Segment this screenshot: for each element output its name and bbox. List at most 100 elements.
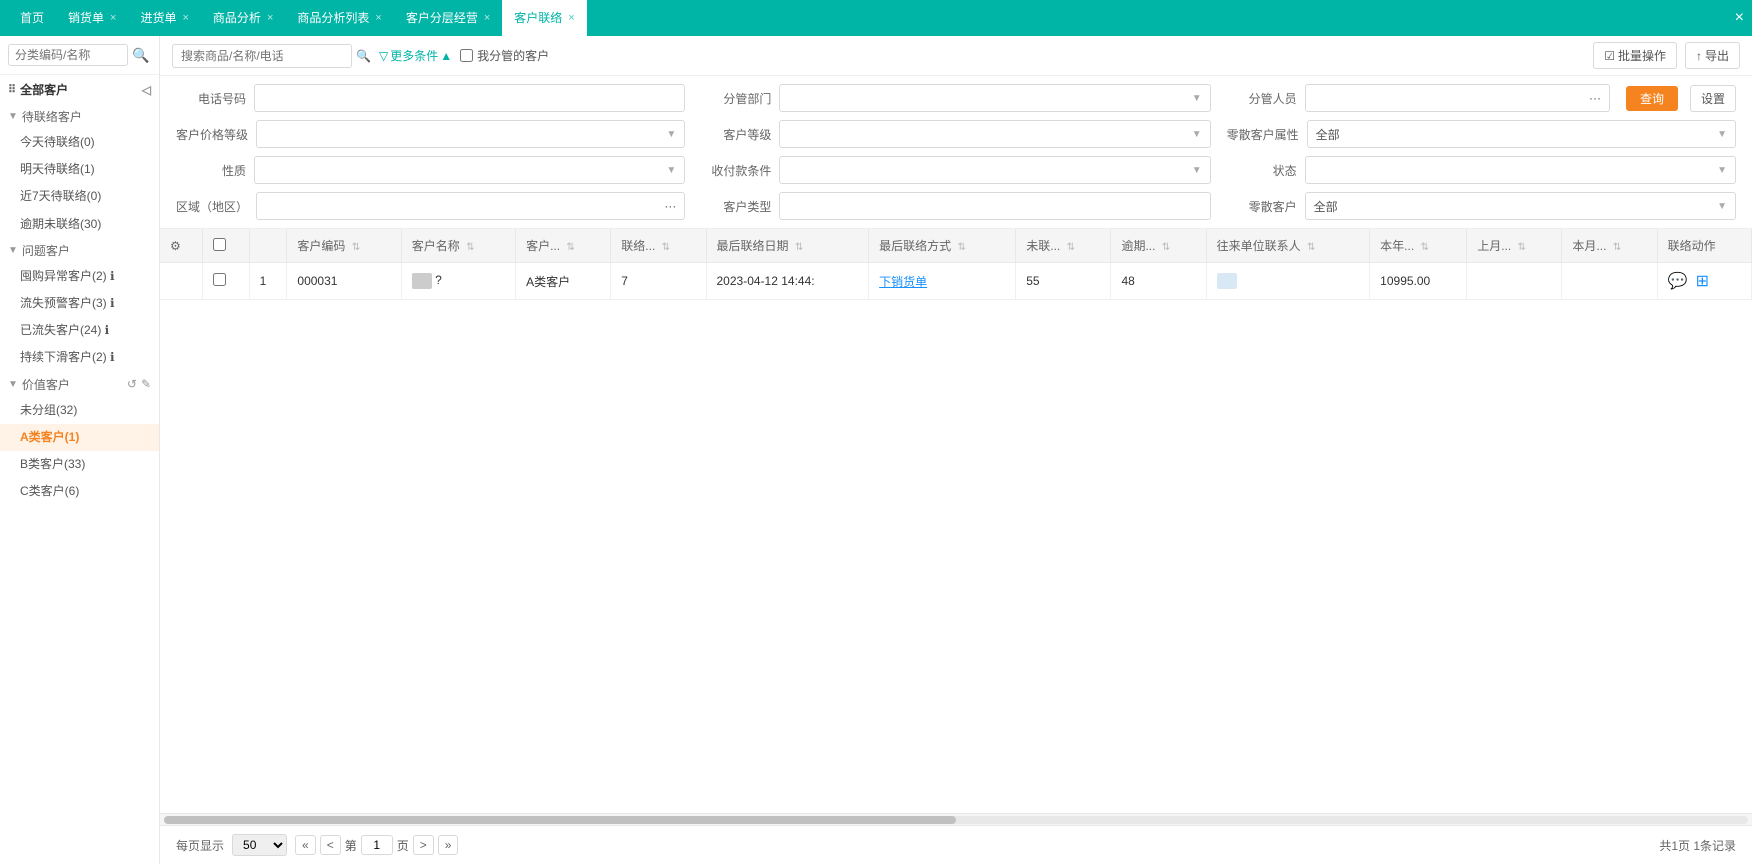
filter-search-input[interactable] <box>172 44 352 68</box>
nav-goods-analysis-close[interactable]: × <box>267 0 273 36</box>
sidebar-item-churn-warning[interactable]: 流失预警客户(3) ℹ <box>0 290 159 317</box>
refresh-icon[interactable]: ↺ <box>127 377 137 391</box>
cell-level: A类客户 <box>516 263 611 300</box>
nav-item-home[interactable]: 首页 <box>8 0 56 36</box>
next-page-button[interactable]: > <box>413 835 434 855</box>
payment-select[interactable]: ▼ <box>779 156 1210 184</box>
customer-type-label: 客户类型 <box>701 198 771 215</box>
sort-icon-this-year: ⇅ <box>1421 242 1429 253</box>
nav-customer-contact-label: 客户联络 <box>514 0 562 36</box>
col-gear[interactable]: ⚙ <box>160 229 203 263</box>
sidebar-group-value-customers[interactable]: ▼ 价值客户 ↺ ✎ <box>0 372 159 397</box>
cell-code[interactable]: 000031 <box>287 263 401 300</box>
sidebar-item-tomorrow-pending[interactable]: 明天待联络(1) <box>0 156 159 183</box>
sidebar-group-pending-contact[interactable]: ▼ 待联络客户 <box>0 104 159 129</box>
customer-level-select[interactable]: ▼ <box>779 120 1210 148</box>
col-this-year[interactable]: 本年... ⇅ <box>1370 229 1467 263</box>
sidebar-item-hoarding[interactable]: 囤购异常客户(2) ℹ <box>0 263 159 290</box>
first-page-button[interactable]: « <box>295 835 316 855</box>
nav-customer-tier-close[interactable]: × <box>484 0 490 36</box>
prev-page-button[interactable]: < <box>320 835 341 855</box>
settings-button[interactable]: 设置 <box>1690 85 1736 112</box>
col-name[interactable]: 客户名称 ⇅ <box>401 229 515 263</box>
sidebar-item-overdue-contact[interactable]: 逾期未联络(30) <box>0 211 159 238</box>
retail-customer-select[interactable]: 全部 ▼ <box>1305 192 1736 220</box>
nav-sales-close[interactable]: × <box>110 0 116 36</box>
scrollbar-thumb[interactable] <box>164 816 956 824</box>
nav-item-customer-tier[interactable]: 客户分层经营 × <box>394 0 502 36</box>
nav-item-goods-analysis-list[interactable]: 商品分析列表 × <box>285 0 393 36</box>
nav-purchase-close[interactable]: × <box>182 0 188 36</box>
col-this-month[interactable]: 本月... ⇅ <box>1562 229 1657 263</box>
region-input[interactable]: ··· <box>256 192 685 220</box>
phone-input[interactable] <box>254 84 685 112</box>
nav-goods-analysis-list-label: 商品分析列表 <box>297 0 369 36</box>
adv-filter-row-nature: 性质 ▼ <box>176 156 685 184</box>
filter-actions: ☑ 批量操作 ↑ 导出 <box>1593 42 1740 69</box>
sidebar-item-class-a[interactable]: A类客户(1) <box>0 424 159 451</box>
horizontal-scrollbar[interactable] <box>160 813 1752 825</box>
cell-name: ? <box>401 263 515 300</box>
close-all-tabs[interactable]: × <box>1735 9 1744 27</box>
payment-label: 收付款条件 <box>701 162 771 179</box>
col-last-contact-method[interactable]: 最后联络方式 ⇅ <box>869 229 1016 263</box>
retail-attr-select[interactable]: 全部 ▼ <box>1307 120 1736 148</box>
sidebar-item-today-pending[interactable]: 今天待联络(0) <box>0 129 159 156</box>
nav-home-label: 首页 <box>20 0 44 36</box>
page-size-select[interactable]: 50 100 200 <box>232 834 287 856</box>
sidebar-item-class-b[interactable]: B类客户(33) <box>0 451 159 478</box>
sidebar-item-ungrouped[interactable]: 未分组(32) <box>0 397 159 424</box>
status-select[interactable]: ▼ <box>1305 156 1736 184</box>
nav-goods-analysis-list-close[interactable]: × <box>375 0 381 36</box>
customer-type-input[interactable] <box>779 192 1210 220</box>
grid-icon[interactable]: ⊞ <box>1696 271 1709 291</box>
nav-customer-contact-close[interactable]: × <box>568 0 574 36</box>
nav-item-goods-analysis[interactable]: 商品分析 × <box>201 0 285 36</box>
col-last-contact-date[interactable]: 最后联络日期 ⇅ <box>706 229 869 263</box>
col-level[interactable]: 客户... ⇅ <box>516 229 611 263</box>
batch-operations-button[interactable]: ☑ 批量操作 <box>1593 42 1677 69</box>
query-button[interactable]: 查询 <box>1626 86 1678 111</box>
my-customers-checkbox-label[interactable]: 我分管的客户 <box>460 47 549 64</box>
cell-gear <box>160 263 203 300</box>
col-code[interactable]: 客户编码 ⇅ <box>287 229 401 263</box>
page-number-input[interactable] <box>361 835 393 855</box>
sidebar-item-7day-pending[interactable]: 近7天待联络(0) <box>0 183 159 210</box>
gear-icon: ⚙ <box>170 239 181 253</box>
cell-checkbox[interactable] <box>203 263 249 300</box>
col-last-month[interactable]: 上月... ⇅ <box>1467 229 1562 263</box>
select-all-checkbox[interactable] <box>213 238 226 251</box>
sidebar-group-problem-customers[interactable]: ▼ 问题客户 <box>0 238 159 263</box>
filter-search-icon[interactable]: 🔍 <box>356 49 371 63</box>
price-level-select[interactable]: ▼ <box>256 120 685 148</box>
col-contact-person[interactable]: 往来单位联系人 ⇅ <box>1206 229 1370 263</box>
sidebar-search-icon[interactable]: 🔍 <box>132 47 149 64</box>
row-checkbox[interactable] <box>213 273 226 286</box>
person-input[interactable]: ··· <box>1305 84 1610 112</box>
nature-select[interactable]: ▼ <box>254 156 685 184</box>
nav-item-sales[interactable]: 销货单 × <box>56 0 128 36</box>
col-no-contact[interactable]: 未联... ⇅ <box>1016 229 1111 263</box>
my-customers-checkbox[interactable] <box>460 49 473 62</box>
last-page-button[interactable]: » <box>438 835 459 855</box>
col-checkbox[interactable] <box>203 229 249 263</box>
nav-goods-analysis-label: 商品分析 <box>213 0 261 36</box>
edit-icon[interactable]: ✎ <box>141 377 151 391</box>
chat-icon[interactable]: 💬 <box>1668 271 1688 291</box>
sidebar-collapse-icon[interactable]: ◁ <box>142 83 151 97</box>
sidebar-item-declining[interactable]: 持续下滑客户(2) ℹ <box>0 344 159 371</box>
cell-last-contact-method[interactable]: 下销货单 <box>869 263 1016 300</box>
nav-item-purchase[interactable]: 进货单 × <box>128 0 200 36</box>
sidebar-search-input[interactable] <box>8 44 128 66</box>
sidebar-item-churned[interactable]: 已流失客户(24) ℹ <box>0 317 159 344</box>
nav-item-customer-contact[interactable]: 客户联络 × <box>502 0 586 36</box>
sidebar-all-customers-header[interactable]: ⠿ 全部客户 ◁ <box>0 75 159 104</box>
sort-icon-last-contact-method: ⇅ <box>957 242 965 253</box>
export-button[interactable]: ↑ 导出 <box>1685 42 1740 69</box>
dept-select[interactable]: ▼ <box>779 84 1210 112</box>
sidebar-item-class-c[interactable]: C类客户(6) <box>0 478 159 505</box>
filter-more-button[interactable]: ▽ 更多条件 ▲ <box>379 47 452 64</box>
col-overdue[interactable]: 逾期... ⇅ <box>1111 229 1206 263</box>
cell-contact-count: 7 <box>611 263 706 300</box>
col-contact-count[interactable]: 联络... ⇅ <box>611 229 706 263</box>
